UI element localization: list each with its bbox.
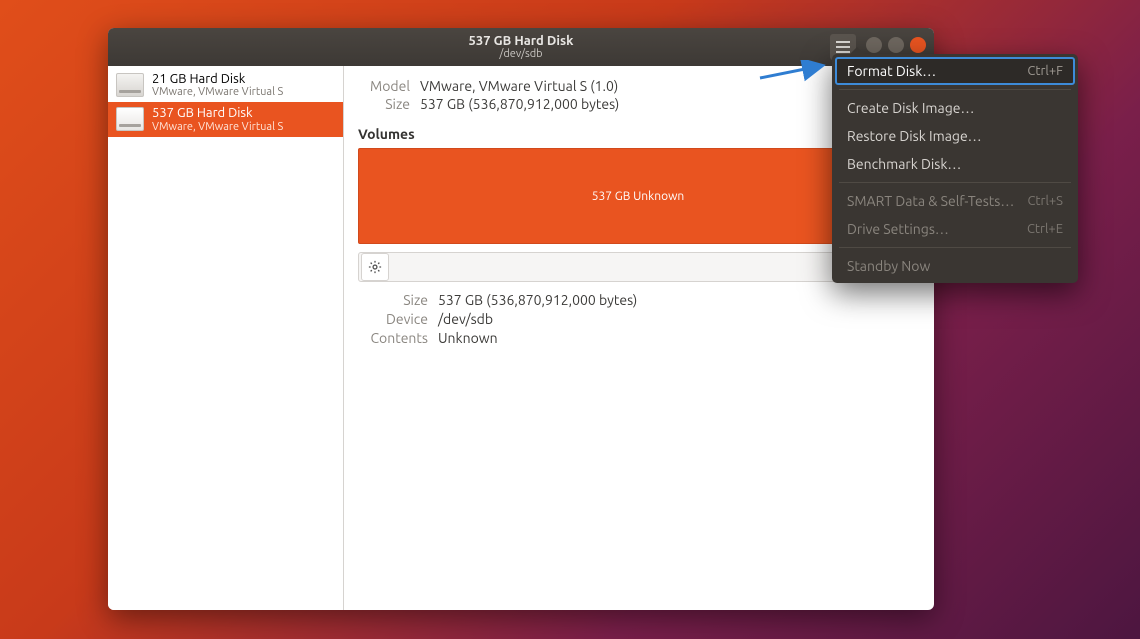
- menu-label: Standby Now: [847, 258, 930, 274]
- disk-name: 21 GB Hard Disk: [152, 72, 283, 86]
- menu-shortcut: Ctrl+E: [1027, 222, 1063, 236]
- disk-subtitle: VMware, VMware Virtual S: [152, 121, 283, 133]
- menu-standby-now: Standby Now: [835, 252, 1075, 280]
- window-title: 537 GB Hard Disk: [469, 34, 574, 48]
- menu-separator: [839, 89, 1071, 90]
- close-button[interactable]: [910, 37, 926, 53]
- model-label: Model: [358, 78, 410, 94]
- menu-label: SMART Data & Self-Tests…: [847, 193, 1014, 209]
- menu-label: Restore Disk Image…: [847, 128, 982, 144]
- maximize-button[interactable]: [888, 37, 904, 53]
- menu-shortcut: Ctrl+F: [1027, 64, 1063, 78]
- window-body: 21 GB Hard Disk VMware, VMware Virtual S…: [108, 66, 934, 610]
- titlebar: 537 GB Hard Disk /dev/sdb: [108, 28, 934, 66]
- detail-size-value: 537 GB (536,870,912,000 bytes): [438, 292, 637, 308]
- disk-name: 537 GB Hard Disk: [152, 106, 283, 120]
- menu-drive-settings: Drive Settings… Ctrl+E: [835, 215, 1075, 243]
- volume-options-button[interactable]: [361, 253, 389, 281]
- window-subtitle: /dev/sdb: [499, 48, 542, 60]
- size-value: 537 GB (536,870,912,000 bytes): [420, 96, 619, 112]
- minimize-button[interactable]: [866, 37, 882, 53]
- sidebar-disk-1[interactable]: 537 GB Hard Disk VMware, VMware Virtual …: [108, 102, 343, 136]
- menu-create-disk-image[interactable]: Create Disk Image…: [835, 94, 1075, 122]
- menu-format-disk[interactable]: Format Disk… Ctrl+F: [835, 57, 1075, 85]
- menu-shortcut: Ctrl+S: [1027, 194, 1063, 208]
- window-controls: [866, 37, 926, 53]
- detail-contents-label: Contents: [358, 330, 428, 346]
- size-label: Size: [358, 96, 410, 112]
- sidebar-disk-0[interactable]: 21 GB Hard Disk VMware, VMware Virtual S: [108, 68, 343, 102]
- menu-label: Benchmark Disk…: [847, 156, 961, 172]
- disk-sidebar: 21 GB Hard Disk VMware, VMware Virtual S…: [108, 66, 344, 610]
- detail-device-value: /dev/sdb: [438, 311, 493, 327]
- detail-size-label: Size: [358, 292, 428, 308]
- disk-subtitle: VMware, VMware Virtual S: [152, 86, 283, 98]
- menu-separator: [839, 247, 1071, 248]
- menu-restore-disk-image[interactable]: Restore Disk Image…: [835, 122, 1075, 150]
- menu-label: Drive Settings…: [847, 221, 949, 237]
- disks-window: 537 GB Hard Disk /dev/sdb 21 GB Hard Dis…: [108, 28, 934, 610]
- disk-menu: Format Disk… Ctrl+F Create Disk Image… R…: [832, 54, 1078, 283]
- menu-label: Format Disk…: [847, 63, 936, 79]
- volume-block-text: 537 GB Unknown: [592, 190, 685, 203]
- detail-contents-value: Unknown: [438, 330, 498, 346]
- hard-disk-icon: [116, 73, 144, 97]
- menu-separator: [839, 182, 1071, 183]
- volume-detail: Size 537 GB (536,870,912,000 bytes) Devi…: [358, 292, 918, 346]
- model-value: VMware, VMware Virtual S (1.0): [420, 78, 618, 94]
- menu-benchmark-disk[interactable]: Benchmark Disk…: [835, 150, 1075, 178]
- detail-device-label: Device: [358, 311, 428, 327]
- menu-smart-data: SMART Data & Self-Tests… Ctrl+S: [835, 187, 1075, 215]
- hard-disk-icon: [116, 107, 144, 131]
- menu-label: Create Disk Image…: [847, 100, 974, 116]
